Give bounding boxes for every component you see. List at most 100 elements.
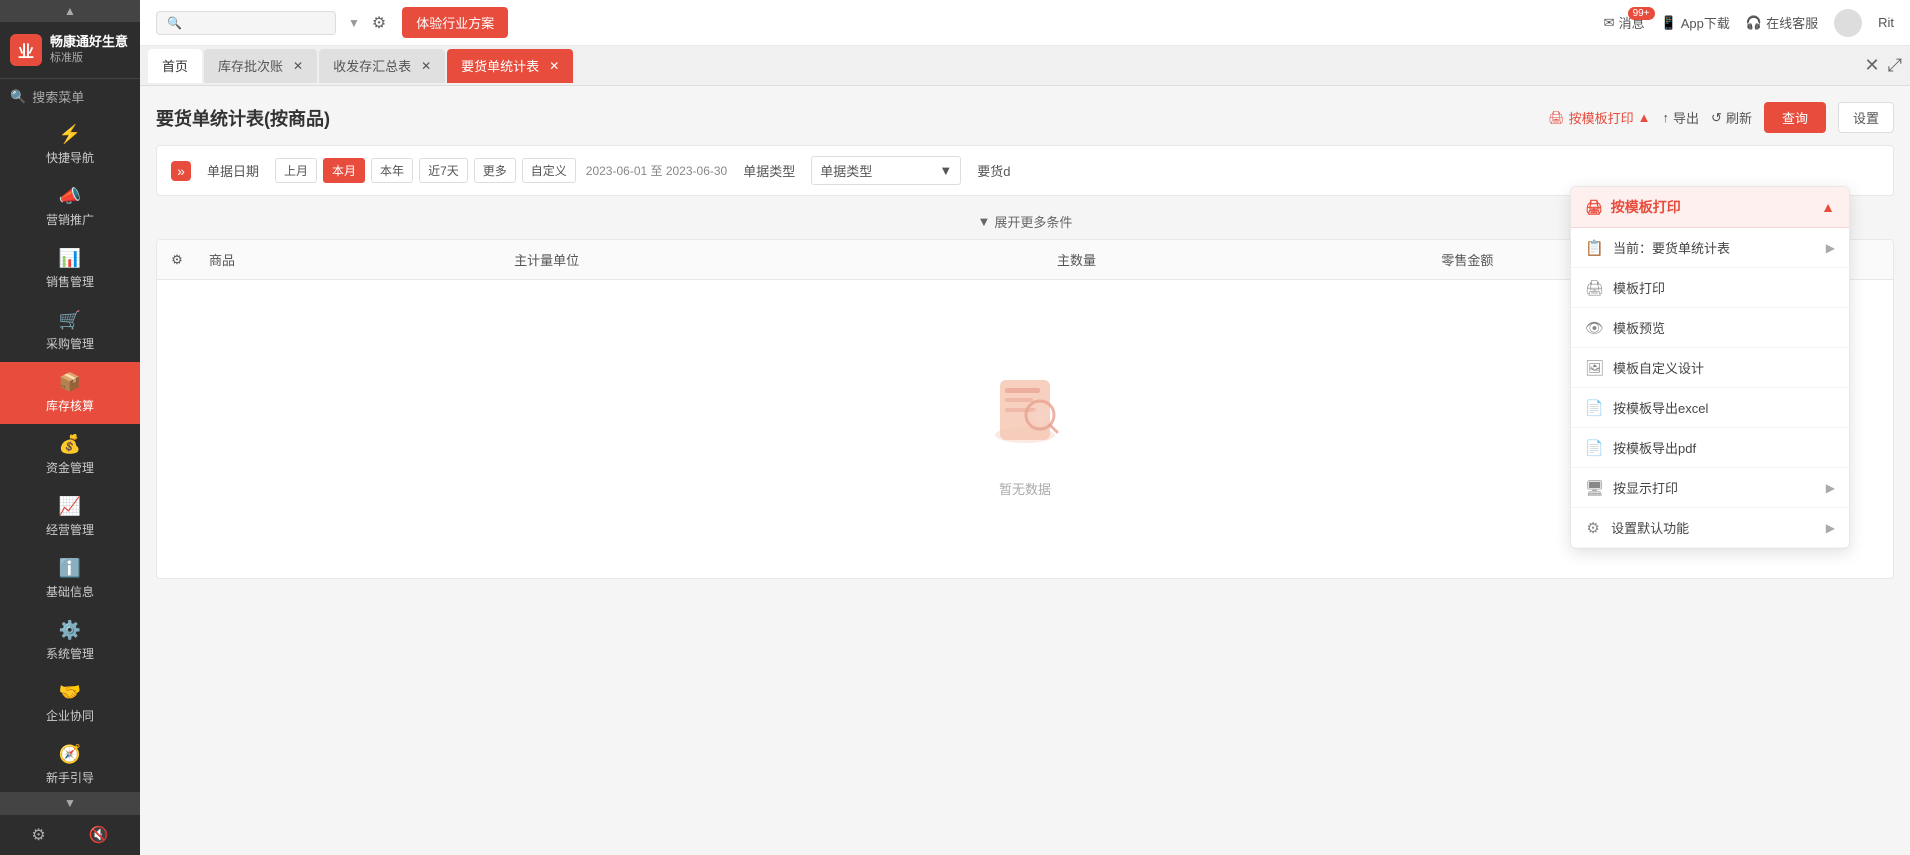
query-button[interactable]: 查询 — [1764, 102, 1826, 133]
table-settings-header[interactable]: ⚙ — [157, 240, 197, 280]
sidebar-item-marketing[interactable]: 📣 营销推广 — [0, 176, 140, 238]
current-template-expand: 当前：要货单统计表 ▶ — [1613, 238, 1835, 257]
current-template-caret: ▶ — [1826, 241, 1835, 255]
sidebar-item-basics[interactable]: ℹ️ 基础信息 — [0, 548, 140, 610]
order-type-label: 单据类型 — [743, 161, 795, 180]
template-export-pdf-icon: 📄 — [1585, 439, 1603, 457]
tab-expand-icon[interactable]: ⤢ — [1888, 55, 1902, 76]
nav-label-operations: 经营管理 — [46, 521, 94, 538]
topbar-gear-icon[interactable]: ⚙ — [372, 13, 386, 33]
date-btn-this-month[interactable]: 本月 — [323, 158, 365, 183]
online-service-label: 在线客服 — [1766, 13, 1818, 32]
dropdown-header-left: 🖨 按模板打印 — [1585, 197, 1681, 217]
template-print-item-icon: 🖨 — [1585, 279, 1603, 297]
nav-label-purchase: 采购管理 — [46, 335, 94, 352]
enterprise-icon: 🤝 — [59, 682, 81, 703]
mute-bottom-icon[interactable]: 🔇 — [89, 825, 109, 845]
export-button[interactable]: ↑ 导出 — [1663, 108, 1700, 127]
tab-home-label: 首页 — [162, 56, 188, 75]
online-service-button[interactable]: 🎧 在线客服 — [1746, 13, 1818, 32]
dropdown-template-preview[interactable]: 👁 模板预览 — [1571, 308, 1849, 348]
refresh-icon: ↺ — [1711, 110, 1722, 126]
tab-receipt-summary-close[interactable]: ✕ — [421, 60, 431, 72]
order-type-select[interactable]: 单据类型 ▼ — [811, 156, 961, 185]
dropdown-template-export-pdf[interactable]: 📄 按模板导出pdf — [1571, 428, 1849, 468]
date-btn-this-year[interactable]: 本年 — [371, 158, 413, 183]
basics-icon: ℹ️ — [59, 558, 81, 579]
require-filter-label: 要货d — [977, 161, 1010, 180]
sidebar-scroll-up[interactable]: ▲ — [0, 0, 140, 22]
sidebar-item-operations[interactable]: 📈 经营管理 — [0, 486, 140, 548]
sidebar-item-guide[interactable]: 🧭 新手引导 — [0, 734, 140, 792]
username-area[interactable]: Rit — [1878, 15, 1894, 30]
dropdown-set-default[interactable]: ⚙ 设置默认功能 ▶ — [1571, 508, 1849, 548]
template-design-icon: 🖼 — [1585, 359, 1603, 377]
current-template-icon: 📋 — [1585, 239, 1603, 257]
dropdown-template-export-excel[interactable]: 📄 按模板导出excel — [1571, 388, 1849, 428]
tab-home[interactable]: 首页 — [148, 49, 202, 83]
order-type-value: 单据类型 — [820, 161, 872, 180]
tab-inventory-batch-close[interactable]: ✕ — [293, 60, 303, 72]
template-print-chevron-up: ▲ — [1638, 110, 1651, 125]
tab-receipt-summary[interactable]: 收发存汇总表 ✕ — [319, 49, 445, 83]
sidebar-item-sales[interactable]: 📊 销售管理 — [0, 238, 140, 300]
sidebar-logo: 业 畅康通好生意 标准版 — [0, 22, 140, 79]
tab-inventory-batch-label: 库存批次账 — [218, 56, 283, 75]
sidebar-search[interactable]: 🔍 搜索菜单 — [0, 79, 140, 114]
messages-button[interactable]: ✉ 消息 99+ — [1604, 13, 1645, 32]
dropdown-template-design[interactable]: 🖼 模板自定义设计 — [1571, 348, 1849, 388]
sidebar-item-quicknav[interactable]: ⚡ 快捷导航 — [0, 114, 140, 176]
trial-button[interactable]: 体验行业方案 — [402, 7, 508, 38]
table-header-quantity: 主数量 — [1045, 240, 1429, 280]
app-version: 标准版 — [50, 51, 128, 65]
service-icon: 🎧 — [1746, 15, 1762, 31]
app-download-label: App下载 — [1681, 13, 1730, 32]
export-label: 导出 — [1673, 108, 1699, 127]
refresh-button[interactable]: ↺ 刷新 — [1711, 108, 1752, 127]
settings-bottom-icon[interactable]: ⚙ — [31, 825, 45, 845]
tab-inventory-batch[interactable]: 库存批次账 ✕ — [204, 49, 317, 83]
sales-icon: 📊 — [59, 248, 81, 269]
tab-close-all-icon[interactable]: ✕ — [1865, 55, 1880, 76]
sidebar-item-finance[interactable]: 💰 资金管理 — [0, 424, 140, 486]
dropdown-display-print[interactable]: 🖥 按显示打印 ▶ — [1571, 468, 1849, 508]
sidebar-scroll-down[interactable]: ▼ — [0, 792, 140, 814]
sidebar-item-enterprise[interactable]: 🤝 企业协同 — [0, 672, 140, 734]
user-avatar-area[interactable] — [1834, 9, 1862, 37]
sidebar-item-system[interactable]: ⚙️ 系统管理 — [0, 610, 140, 672]
display-print-expand: 按显示打印 ▶ — [1613, 478, 1835, 497]
purchase-icon: 🛒 — [59, 310, 81, 331]
topbar-dropdown-chevron[interactable]: ▼ — [348, 16, 360, 30]
date-btn-custom[interactable]: 自定义 — [522, 158, 576, 183]
nav-label-marketing: 营销推广 — [46, 211, 94, 228]
nav-label-quicknav: 快捷导航 — [46, 149, 94, 166]
display-print-label: 按显示打印 — [1613, 478, 1678, 497]
expand-arrow-down: ▼ — [978, 214, 991, 229]
display-print-icon: 🖥 — [1585, 479, 1603, 497]
date-btn-more[interactable]: 更多 — [474, 158, 516, 183]
nav-label-sales: 销售管理 — [46, 273, 94, 290]
template-print-button[interactable]: 🖨 按模板打印 ▲ — [1548, 108, 1650, 127]
dropdown-template-print[interactable]: 🖨 模板打印 — [1571, 268, 1849, 308]
topbar: 🔍 ▼ ⚙ 体验行业方案 ✉ 消息 99+ 📱 App下载 🎧 在线客服 — [140, 0, 1910, 46]
template-export-excel-label: 按模板导出excel — [1613, 398, 1708, 417]
sidebar-item-inventory[interactable]: 📦 库存核算 — [0, 362, 140, 424]
messages-badge: 99+ — [1628, 7, 1655, 20]
topbar-search-box[interactable]: 🔍 — [156, 11, 336, 35]
dropdown-current-template[interactable]: 📋 当前：要货单统计表 ▶ — [1571, 228, 1849, 268]
dropdown-header[interactable]: 🖨 按模板打印 ▲ — [1571, 187, 1849, 228]
settings-button[interactable]: 设置 — [1838, 102, 1894, 133]
date-btn-7days[interactable]: 近7天 — [419, 158, 468, 183]
current-template-label: 当前：要货单统计表 — [1613, 238, 1730, 257]
filter-expand-icon[interactable]: » — [171, 161, 191, 181]
app-download-button[interactable]: 📱 App下载 — [1661, 13, 1730, 32]
printer-icon: 🖨 — [1548, 110, 1565, 126]
sidebar-item-purchase[interactable]: 🛒 采购管理 — [0, 300, 140, 362]
app-name: 畅康通好生意 — [50, 34, 128, 51]
tab-order-stats[interactable]: 要货单统计表 ✕ — [447, 49, 573, 83]
date-btn-last-month[interactable]: 上月 — [275, 158, 317, 183]
tab-order-stats-close[interactable]: ✕ — [549, 60, 559, 72]
dropdown-collapse-icon[interactable]: ▲ — [1821, 199, 1835, 215]
tab-order-stats-label: 要货单统计表 — [461, 56, 539, 75]
set-default-label: 设置默认功能 — [1611, 518, 1689, 537]
